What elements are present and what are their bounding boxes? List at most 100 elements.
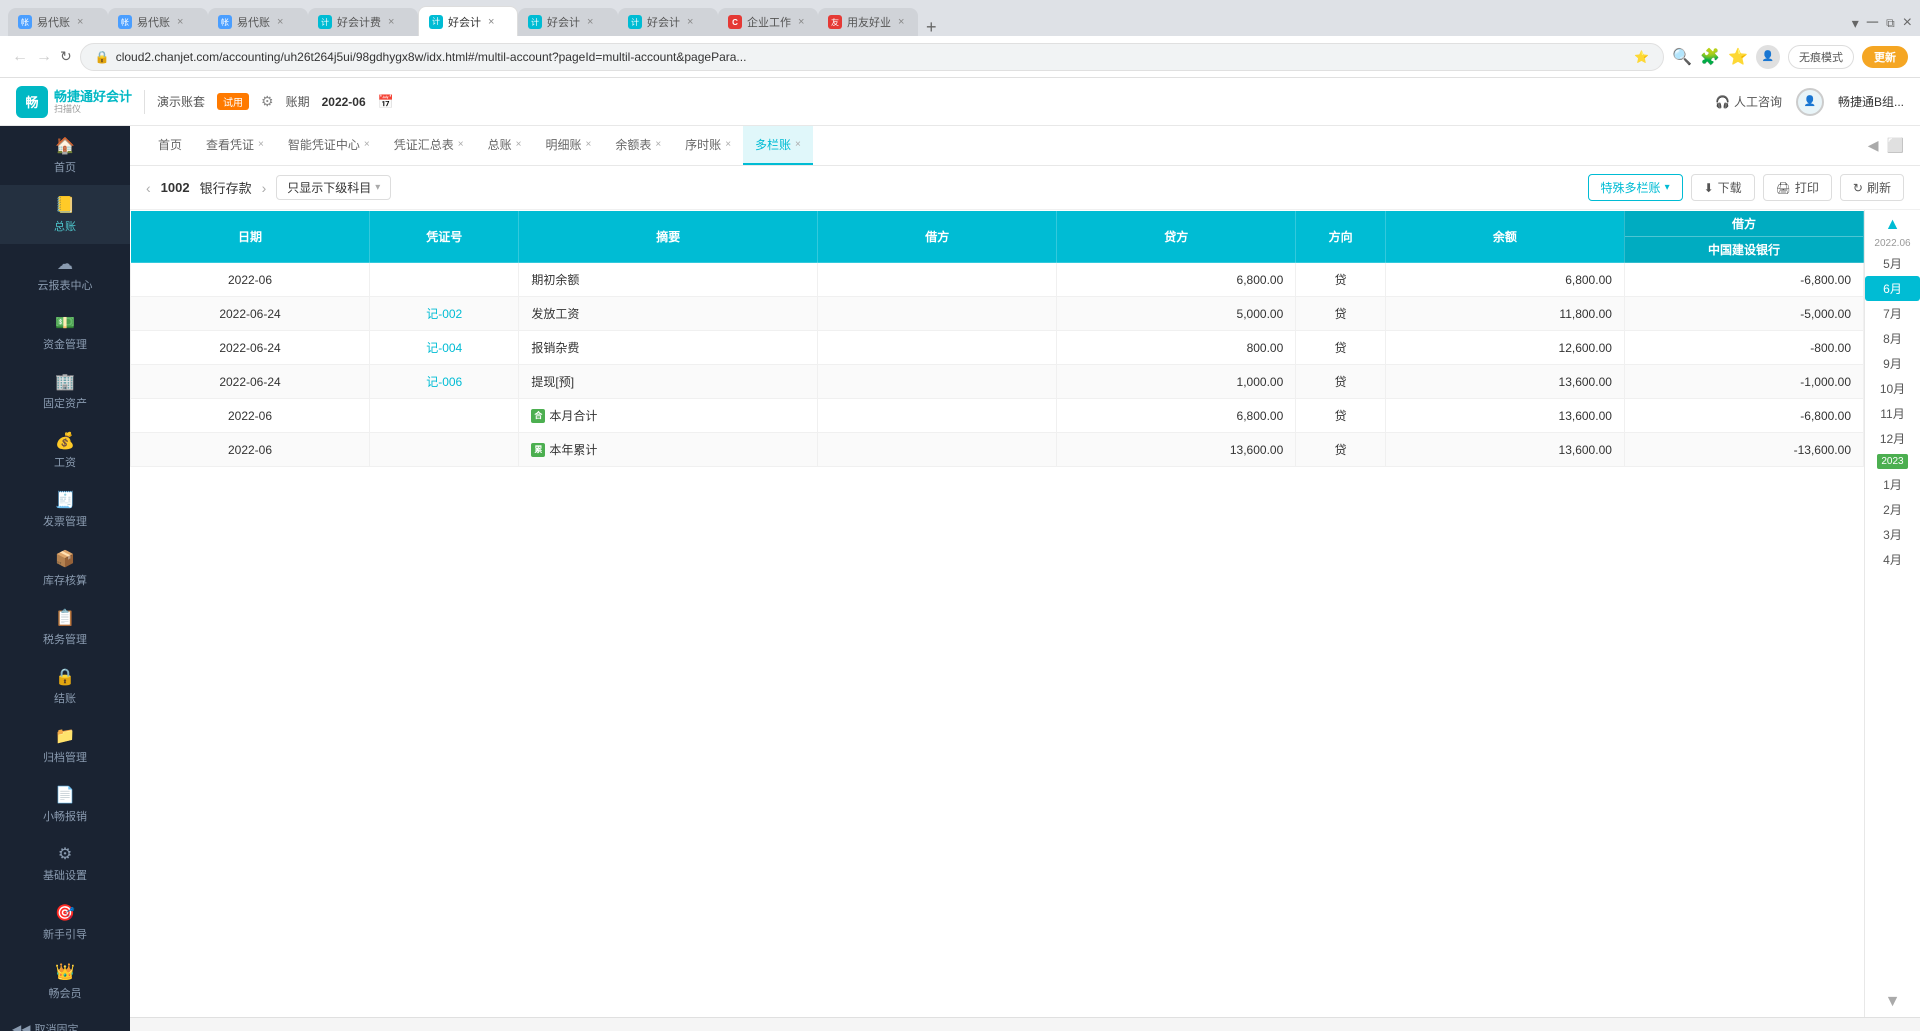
search-icon[interactable]: 🔍 <box>1672 47 1692 67</box>
refresh-button[interactable]: ↻ <box>60 48 72 65</box>
refresh-button[interactable]: ↻ 刷新 <box>1840 174 1904 201</box>
tab-close-1[interactable]: × <box>77 16 83 28</box>
tab-balance[interactable]: 余额表 × <box>603 126 673 165</box>
calendar-scroll-up[interactable]: ▲ <box>1883 214 1903 236</box>
sidebar-item-expense[interactable]: 📄 小畅报销 <box>0 775 130 834</box>
browser-tab-1[interactable]: 帐 易代账 × <box>8 8 108 36</box>
expand-panel-icon[interactable]: ⬜ <box>1887 137 1904 154</box>
tab-close-5[interactable]: × <box>488 16 494 28</box>
close-icon[interactable]: × <box>1903 14 1912 32</box>
cal-month-jul[interactable]: 7月 <box>1865 301 1920 326</box>
tab-close-6[interactable]: × <box>587 16 593 28</box>
tab-close-seq[interactable]: × <box>725 139 731 150</box>
sidebar-item-home[interactable]: 🏠 首页 <box>0 126 130 185</box>
cal-month-aug[interactable]: 8月 <box>1865 326 1920 351</box>
sidebar-item-member[interactable]: 👑 畅会员 <box>0 952 130 1011</box>
cal-month-jun-active[interactable]: 6月 <box>1865 276 1920 301</box>
tab-close-general[interactable]: × <box>516 139 522 150</box>
cal-month-dec[interactable]: 12月 <box>1865 426 1920 451</box>
special-multicolumn-button[interactable]: 特殊多栏账 ▾ <box>1588 174 1683 201</box>
minimize-icon[interactable]: ─ <box>1867 14 1878 32</box>
calendar-icon[interactable]: 📅 <box>378 94 394 110</box>
sidebar-label-guide: 新手引导 <box>43 926 87 942</box>
browser-tab-7[interactable]: 计 好会计 × <box>618 8 718 36</box>
sidebar-item-ledger[interactable]: 📒 总账 <box>0 185 130 244</box>
update-button[interactable]: 更新 <box>1862 46 1908 68</box>
tab-close-smart[interactable]: × <box>364 139 370 150</box>
incognito-mode-button[interactable]: 无痕模式 <box>1788 45 1854 69</box>
tab-detail-ledger[interactable]: 明细账 × <box>533 126 603 165</box>
cal-month-jan[interactable]: 1月 <box>1865 472 1920 497</box>
sidebar-item-inventory[interactable]: 📦 库存核算 <box>0 539 130 598</box>
tab-smart-voucher[interactable]: 智能凭证中心 × <box>276 126 382 165</box>
bookmark-icon[interactable]: ⭐ <box>1728 47 1748 67</box>
next-account-button[interactable]: › <box>262 180 267 196</box>
cal-month-oct[interactable]: 10月 <box>1865 376 1920 401</box>
browser-tab-6[interactable]: 计 好会计 × <box>518 8 618 36</box>
forward-button[interactable]: → <box>36 48 52 66</box>
tab-close-7[interactable]: × <box>687 16 693 28</box>
profile-icon[interactable]: 👤 <box>1756 45 1780 69</box>
url-bar[interactable]: 🔒 cloud2.chanjet.com/accounting/uh26t264… <box>80 43 1665 71</box>
sidebar-label-inventory: 库存核算 <box>43 572 87 588</box>
sidebar-item-tax[interactable]: 📋 税务管理 <box>0 598 130 657</box>
sidebar-item-reports[interactable]: ☁ 云报表中心 <box>0 244 130 303</box>
tab-multicolumn[interactable]: 多栏账 × <box>743 126 813 165</box>
consult-button[interactable]: 🎧 人工咨询 <box>1715 93 1782 110</box>
tab-close-multi[interactable]: × <box>795 139 801 150</box>
cal-month-feb[interactable]: 2月 <box>1865 497 1920 522</box>
sidebar-item-fund[interactable]: 💵 资金管理 <box>0 303 130 362</box>
tab-list-icon[interactable]: ▾ <box>1852 15 1859 32</box>
tab-close-balance[interactable]: × <box>655 139 661 150</box>
collapse-panel-icon[interactable]: ◀ <box>1868 137 1879 154</box>
tab-home[interactable]: 首页 <box>146 126 194 165</box>
voucher-link-002[interactable]: 记-002 <box>426 307 462 321</box>
tab-close-4[interactable]: × <box>388 16 394 28</box>
extensions-icon[interactable]: 🧩 <box>1700 47 1720 67</box>
tab-close-9[interactable]: × <box>898 16 904 28</box>
cal-month-mar[interactable]: 3月 <box>1865 522 1920 547</box>
tab-close-2[interactable]: × <box>177 16 183 28</box>
tab-close-detail[interactable]: × <box>585 139 591 150</box>
tab-close-3[interactable]: × <box>277 16 283 28</box>
tab-close-8[interactable]: × <box>798 16 804 28</box>
voucher-link-004[interactable]: 记-004 <box>426 341 462 355</box>
download-button[interactable]: ⬇ 下载 <box>1691 174 1755 201</box>
browser-tab-4[interactable]: 计 好会计费 × <box>308 8 418 36</box>
browser-tab-5-active[interactable]: 计 好会计 × <box>418 6 518 36</box>
browser-tab-3[interactable]: 帐 易代账 × <box>208 8 308 36</box>
tab-general-ledger[interactable]: 总账 × <box>476 126 534 165</box>
browser-tab-9[interactable]: 友 用友好业 × <box>818 8 918 36</box>
browser-tab-8[interactable]: C 企业工作 × <box>718 8 818 36</box>
sidebar-item-settings[interactable]: ⚙ 基础设置 <box>0 834 130 893</box>
cal-month-may[interactable]: 5月 <box>1865 251 1920 276</box>
sidebar-item-guide[interactable]: 🎯 新手引导 <box>0 893 130 952</box>
user-avatar[interactable]: 👤 <box>1796 88 1824 116</box>
back-button[interactable]: ← <box>12 48 28 66</box>
sidebar-item-closing[interactable]: 🔒 结账 <box>0 657 130 716</box>
horizontal-scrollbar[interactable] <box>130 1017 1920 1031</box>
new-tab-button[interactable]: + <box>918 18 945 36</box>
print-button[interactable]: 🖨 打印 <box>1763 174 1832 201</box>
tab-voucher-summary[interactable]: 凭证汇总表 × <box>382 126 476 165</box>
tab-close-voucher[interactable]: × <box>258 139 264 150</box>
sidebar-pin-button[interactable]: ◀◀ 取消固定 <box>0 1011 130 1031</box>
filter-dropdown[interactable]: 只显示下级科目 ▾ <box>276 175 391 200</box>
cal-month-apr[interactable]: 4月 <box>1865 547 1920 572</box>
sidebar-item-invoice[interactable]: 🧾 发票管理 <box>0 480 130 539</box>
sidebar-item-archive[interactable]: 📁 归档管理 <box>0 716 130 775</box>
tab-voucher[interactable]: 查看凭证 × <box>194 126 276 165</box>
tab-close-summary[interactable]: × <box>458 139 464 150</box>
tabs-bar: 首页 查看凭证 × 智能凭证中心 × 凭证汇总表 × 总账 × 明细账 × 余额… <box>130 126 1920 166</box>
tab-sequence[interactable]: 序时账 × <box>673 126 743 165</box>
browser-tab-2[interactable]: 帐 易代账 × <box>108 8 208 36</box>
restore-icon[interactable]: ⧉ <box>1886 16 1895 31</box>
sidebar-item-payroll[interactable]: 💰 工资 <box>0 421 130 480</box>
prev-account-button[interactable]: ‹ <box>146 180 151 196</box>
cal-month-sep[interactable]: 9月 <box>1865 351 1920 376</box>
cal-month-nov[interactable]: 11月 <box>1865 401 1920 426</box>
sidebar-item-assets[interactable]: 🏢 固定资产 <box>0 362 130 421</box>
calendar-scroll-down[interactable]: ▼ <box>1883 991 1903 1013</box>
settings-icon[interactable]: ⚙ <box>261 93 274 110</box>
voucher-link-006[interactable]: 记-006 <box>426 375 462 389</box>
